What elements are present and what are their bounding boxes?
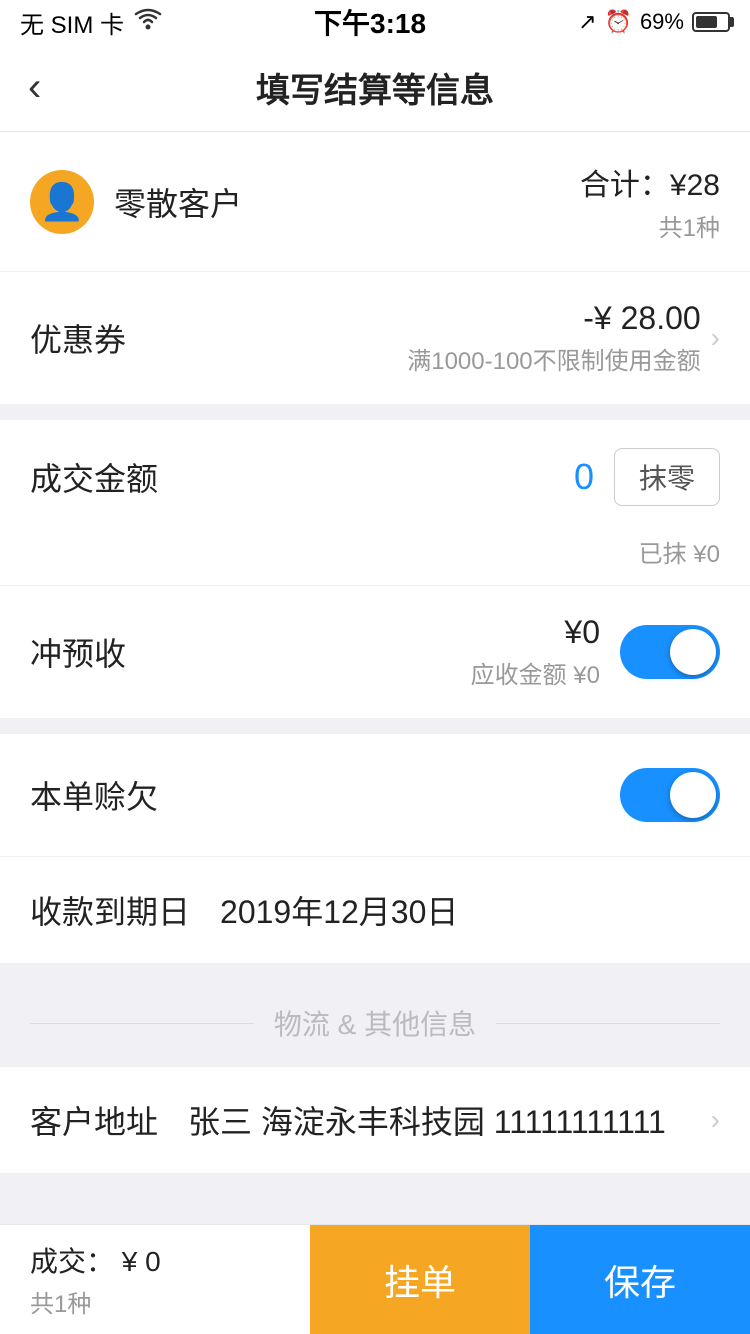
address-value: 张三 海淀永丰科技园 11111111111 (188, 1097, 711, 1143)
coupon-right: -¥ 28.00 满1000-100不限制使用金额 › (407, 300, 720, 376)
nav-bar: ‹ 填写结算等信息 (0, 44, 750, 132)
debt-section: 本单赊欠 收款到期日 2019年12月30日 (0, 734, 750, 963)
bottom-info: 成交： ¥ 0 共1种 (0, 1240, 310, 1319)
nav-title: 填写结算等信息 (256, 63, 494, 112)
customer-count: 共1种 (580, 208, 720, 243)
customer-row: 👤 零散客户 合计：¥28 共1种 (0, 132, 750, 271)
logistics-text: 物流 & 其他信息 (274, 1003, 476, 1043)
location-icon: ↗ (578, 9, 596, 35)
coupon-discount: -¥ 28.00 (407, 300, 700, 337)
battery-icon (692, 12, 730, 32)
chevron-right-icon: › (711, 322, 720, 354)
round-zero-button[interactable]: 抹零 (614, 448, 720, 506)
debt-label: 本单赊欠 (30, 772, 158, 818)
battery-fill (696, 16, 717, 28)
toggle-knob (670, 629, 716, 675)
alarm-icon: ⏰ (605, 9, 632, 35)
logistics-line-left (30, 1023, 254, 1024)
save-button[interactable]: 保存 (530, 1225, 750, 1334)
address-row[interactable]: 客户地址 张三 海淀永丰科技园 11111111111 › (0, 1067, 750, 1173)
battery-percent: 69% (640, 9, 684, 35)
prepayment-info: ¥0 应收金额 ¥0 (471, 614, 600, 690)
prepayment-sub: 应收金额 ¥0 (471, 655, 600, 690)
coupon-info: -¥ 28.00 满1000-100不限制使用金额 (407, 300, 700, 376)
status-left: 无 SIM 卡 (20, 5, 162, 40)
logistics-section: 物流 & 其他信息 (0, 979, 750, 1067)
deal-label: 成交： (30, 1246, 114, 1277)
customer-name: 零散客户 (114, 179, 242, 225)
customer-section: 👤 零散客户 合计：¥28 共1种 优惠券 -¥ 28.00 满1000-100… (0, 132, 750, 404)
address-chevron-icon: › (711, 1104, 720, 1136)
prepayment-amount: ¥0 (471, 614, 600, 651)
debt-toggle-knob (670, 772, 716, 818)
status-bar: 无 SIM 卡 下午3:18 ↗ ⏰ 69% (0, 0, 750, 44)
avatar: 👤 (30, 170, 94, 234)
due-date-row: 收款到期日 2019年12月30日 (0, 856, 750, 963)
address-section: 客户地址 张三 海淀永丰科技园 11111111111 › (0, 1067, 750, 1173)
due-date-value: 2019年12月30日 (220, 887, 458, 933)
due-date-label: 收款到期日 (30, 887, 190, 933)
customer-total: 合计：¥28 (580, 160, 720, 204)
transaction-label: 成交金额 (30, 454, 158, 500)
transaction-right: 0 抹零 (574, 448, 720, 506)
debt-row: 本单赊欠 (0, 734, 750, 856)
customer-left: 👤 零散客户 (30, 170, 242, 234)
time-display: 下午3:18 (314, 2, 426, 42)
status-right: ↗ ⏰ 69% (578, 9, 730, 35)
hang-button[interactable]: 挂单 (310, 1225, 530, 1334)
address-label: 客户地址 (30, 1097, 158, 1143)
prepayment-label: 冲预收 (30, 629, 126, 675)
prepayment-row: 冲预收 ¥0 应收金额 ¥0 (0, 585, 750, 718)
bottom-bar: 成交： ¥ 0 共1种 挂单 保存 (0, 1224, 750, 1334)
back-button[interactable]: ‹ (28, 65, 41, 110)
transaction-sub: 已抹 ¥0 (639, 541, 720, 568)
wifi-icon (134, 8, 162, 37)
customer-right: 合计：¥28 共1种 (580, 160, 720, 243)
carrier-text: 无 SIM 卡 (20, 5, 124, 40)
logistics-line-right (496, 1023, 720, 1024)
coupon-label: 优惠券 (30, 315, 126, 361)
prepayment-right: ¥0 应收金额 ¥0 (471, 614, 720, 690)
coupon-desc: 满1000-100不限制使用金额 (407, 341, 700, 376)
deal-amount: ¥ 0 (122, 1246, 161, 1277)
transaction-row: 成交金额 0 抹零 (0, 420, 750, 534)
prepayment-toggle[interactable] (620, 625, 720, 679)
bottom-count: 共1种 (30, 1284, 280, 1319)
debt-toggle[interactable] (620, 768, 720, 822)
coupon-row[interactable]: 优惠券 -¥ 28.00 满1000-100不限制使用金额 › (0, 271, 750, 404)
logistics-header: 物流 & 其他信息 (0, 979, 750, 1067)
bottom-deal-row: 成交： ¥ 0 (30, 1240, 280, 1280)
transaction-amount: 0 (574, 456, 594, 498)
avatar-icon: 👤 (40, 181, 85, 223)
content-area: 👤 零散客户 合计：¥28 共1种 优惠券 -¥ 28.00 满1000-100… (0, 132, 750, 1334)
transaction-section: 成交金额 0 抹零 已抹 ¥0 冲预收 ¥0 应收金额 ¥0 (0, 420, 750, 718)
